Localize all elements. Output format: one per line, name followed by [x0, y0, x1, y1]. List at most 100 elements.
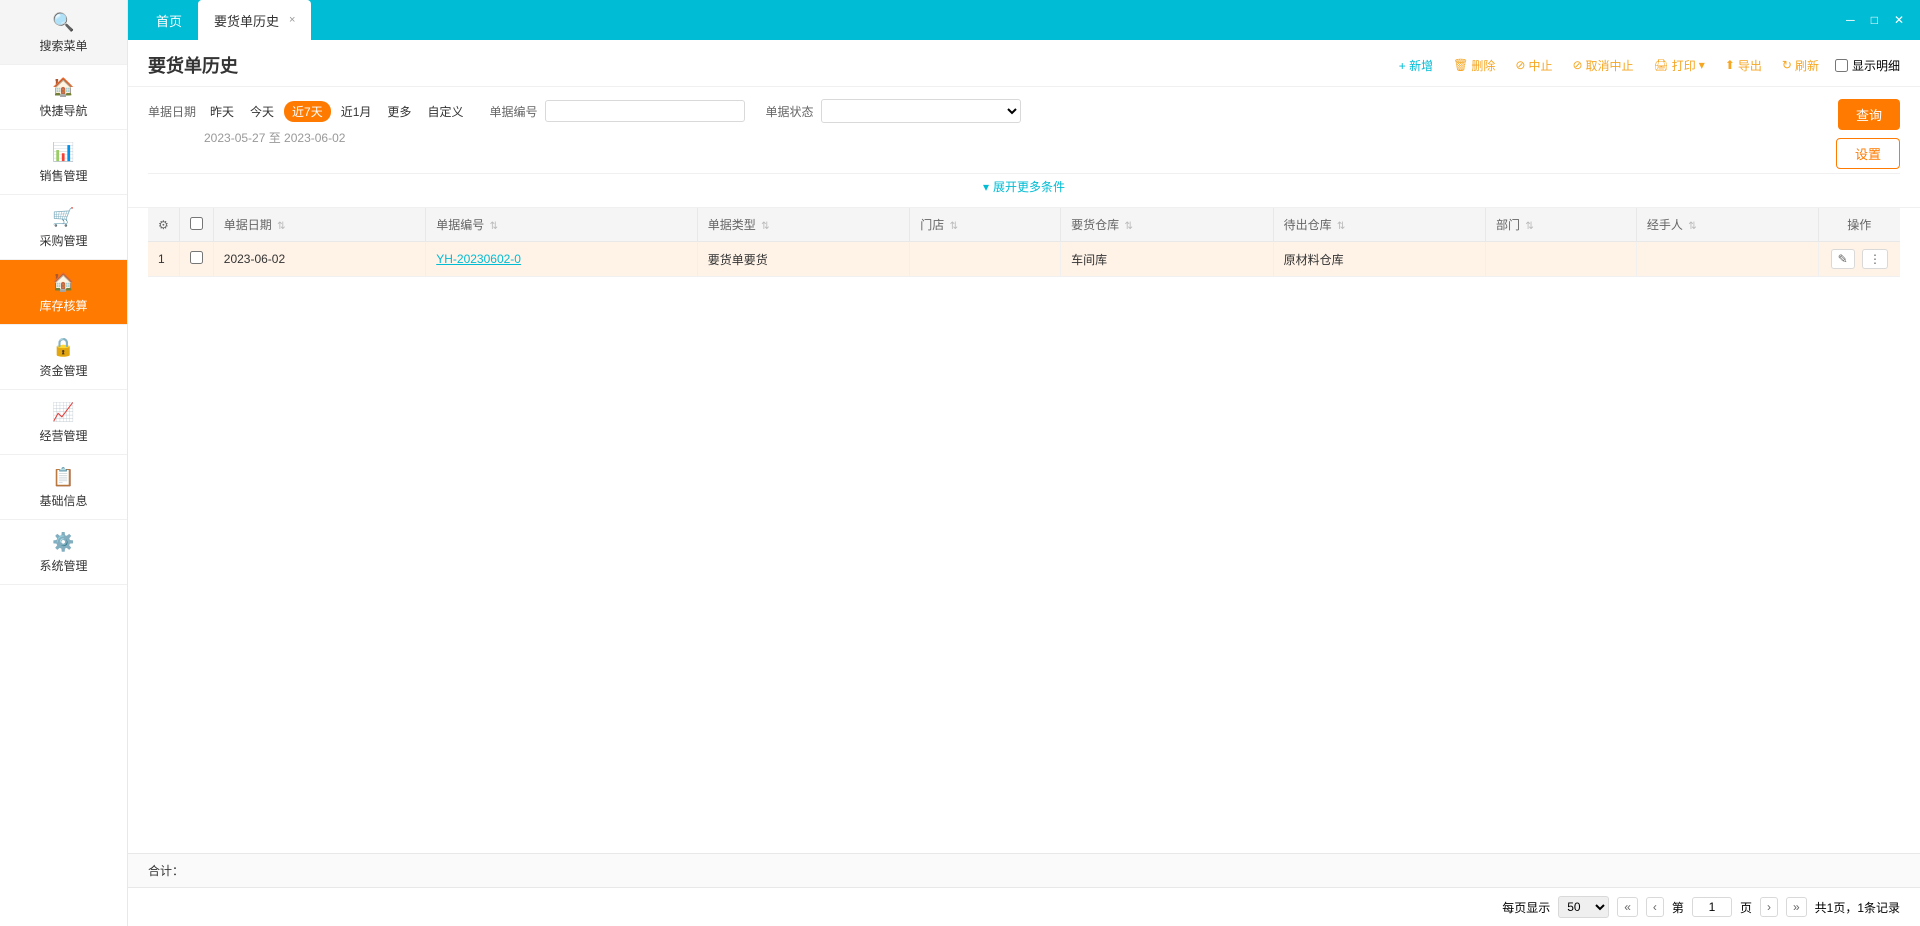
per-page-label: 每页显示	[1502, 899, 1550, 916]
show-detail-checkbox[interactable]: 显示明细	[1835, 57, 1900, 74]
sidebar-item-sales[interactable]: 📊 销售管理	[0, 130, 127, 195]
expand-icon: ▾	[983, 180, 989, 194]
stop-button[interactable]: ⊘ 中止	[1511, 55, 1556, 76]
main-content: 首页 要货单历史 × ─ □ ✕ 要货单历史 + 新增 🗑 删除 ⊘ 中	[128, 0, 1920, 926]
date-1month[interactable]: 近1月	[335, 101, 378, 122]
select-all-checkbox[interactable]	[190, 217, 203, 230]
delete-button[interactable]: 🗑 删除	[1449, 55, 1499, 76]
export-button[interactable]: ⬆ 导出	[1721, 55, 1766, 76]
sidebar-item-inventory[interactable]: 🏠 库存核算	[0, 260, 127, 325]
sort-icon-store: ⇅	[950, 221, 958, 232]
lock-icon: 🔒	[52, 337, 74, 358]
sidebar-item-label: 系统管理	[39, 557, 87, 574]
th-req-warehouse[interactable]: 要货仓库 ⇅	[1061, 208, 1273, 242]
sidebar-item-label: 快捷导航	[39, 102, 87, 119]
window-max-button[interactable]: □	[1867, 11, 1882, 29]
th-settings[interactable]: ⚙	[148, 208, 179, 242]
date-more[interactable]: 更多	[381, 101, 417, 122]
window-close-button[interactable]: ✕	[1890, 11, 1908, 29]
th-number[interactable]: 单据编号 ⇅	[426, 208, 698, 242]
td-req-warehouse: 车间库	[1061, 242, 1273, 277]
td-type: 要货单要货	[697, 242, 909, 277]
td-store	[910, 242, 1061, 277]
tab-close-icon[interactable]: ×	[289, 14, 295, 26]
sort-icon-date: ⇅	[277, 221, 285, 232]
filter-fields: 单据日期 昨天 今天 近7天 近1月 更多 自定义	[148, 99, 1816, 152]
filter-right-btns: 查询 设置	[1836, 99, 1900, 169]
stop-icon: ⊘	[1515, 58, 1525, 72]
setting-button[interactable]: 设置	[1836, 138, 1900, 169]
sidebar-item-basic[interactable]: 📋 基础信息	[0, 455, 127, 520]
date-7days[interactable]: 近7天	[284, 101, 331, 122]
sort-icon-handler: ⇅	[1688, 221, 1696, 232]
last-page-button[interactable]: »	[1786, 897, 1807, 917]
filter-main: 单据日期 昨天 今天 近7天 近1月 更多 自定义	[148, 99, 1900, 169]
td-handler	[1636, 242, 1818, 277]
next-page-button[interactable]: ›	[1760, 897, 1778, 917]
sort-icon-req: ⇅	[1124, 221, 1132, 232]
th-pending-warehouse[interactable]: 待出仓库 ⇅	[1273, 208, 1485, 242]
sidebar-item-operation[interactable]: 📈 经营管理	[0, 390, 127, 455]
sidebar: 🔍 搜索菜单 🏠 快捷导航 📊 销售管理 🛒 采购管理 🏠 库存核算 🔒 资金管…	[0, 0, 128, 926]
doc-number-input[interactable]	[545, 100, 745, 122]
total-info: 共1页，1条记录	[1815, 899, 1900, 916]
home-icon: 🏠	[52, 77, 74, 98]
delete-icon: 🗑	[1453, 58, 1468, 72]
tab-active[interactable]: 要货单历史 ×	[198, 0, 311, 40]
page-content: 要货单历史 + 新增 🗑 删除 ⊘ 中止 ⊘ 取消中止 🖨 打印	[128, 40, 1920, 926]
sidebar-item-purchase[interactable]: 🛒 采购管理	[0, 195, 127, 260]
expand-more-btn[interactable]: ▾ 展开更多条件	[148, 173, 1900, 199]
print-button[interactable]: 🖨 打印 ▾	[1650, 55, 1709, 76]
page-label: 第	[1672, 899, 1684, 916]
date-yesterday[interactable]: 昨天	[204, 101, 240, 122]
gear-icon: ⚙️	[52, 532, 74, 553]
refresh-button[interactable]: ↻ 刷新	[1778, 55, 1823, 76]
row-checkbox[interactable]	[190, 251, 203, 264]
table-header-row: ⚙ 单据日期 ⇅ 单据编号 ⇅ 单据类型 ⇅ 门店 ⇅ 要货仓库 ⇅ 待出仓库 …	[148, 208, 1900, 242]
cancel-icon: ⊘	[1572, 58, 1582, 72]
sidebar-item-search[interactable]: 🔍 搜索菜单	[0, 0, 127, 65]
status-select[interactable]	[821, 99, 1021, 123]
td-index: 1	[148, 242, 179, 277]
cancel-stop-button[interactable]: ⊘ 取消中止	[1568, 55, 1637, 76]
table-row: 1 2023-06-02 YH-20230602-0 要货单要货 车间库 原材料…	[148, 242, 1900, 277]
th-date[interactable]: 单据日期 ⇅	[213, 208, 425, 242]
th-operation: 操作	[1818, 208, 1900, 242]
prev-page-button[interactable]: ‹	[1646, 897, 1664, 917]
date-custom[interactable]: 自定义	[421, 101, 469, 122]
window-min-button[interactable]: ─	[1842, 11, 1859, 29]
first-page-button[interactable]: «	[1617, 897, 1638, 917]
sidebar-item-system[interactable]: ⚙️ 系统管理	[0, 520, 127, 585]
page-header: 要货单历史 + 新增 🗑 删除 ⊘ 中止 ⊘ 取消中止 🖨 打印	[128, 40, 1920, 87]
td-number: YH-20230602-0	[426, 242, 698, 277]
row-more-button[interactable]: ⋮	[1862, 249, 1888, 269]
sort-icon-pending: ⇅	[1337, 221, 1345, 232]
show-detail-input[interactable]	[1835, 59, 1848, 72]
sidebar-item-finance[interactable]: 🔒 资金管理	[0, 325, 127, 390]
page-input[interactable]	[1692, 897, 1732, 917]
date-filter-group: 单据日期 昨天 今天 近7天 近1月 更多 自定义	[148, 101, 469, 122]
date-quick-btns: 昨天 今天 近7天 近1月 更多 自定义	[204, 101, 469, 122]
sidebar-item-label: 经营管理	[39, 427, 87, 444]
new-button[interactable]: + 新增	[1395, 55, 1437, 76]
th-store[interactable]: 门店 ⇅	[910, 208, 1061, 242]
td-date: 2023-06-02	[213, 242, 425, 277]
row-edit-button[interactable]: ✎	[1831, 249, 1855, 269]
sidebar-item-label: 销售管理	[39, 167, 87, 184]
sidebar-item-shortcut[interactable]: 🏠 快捷导航	[0, 65, 127, 130]
th-handler[interactable]: 经手人 ⇅	[1636, 208, 1818, 242]
th-dept[interactable]: 部门 ⇅	[1486, 208, 1637, 242]
doc-number-link[interactable]: YH-20230602-0	[436, 252, 521, 266]
query-button[interactable]: 查询	[1838, 99, 1900, 130]
td-pending-warehouse: 原材料仓库	[1273, 242, 1485, 277]
status-label: 单据状态	[765, 103, 813, 120]
tab-home[interactable]: 首页	[140, 0, 198, 40]
topbar-window-controls: ─ □ ✕	[1842, 11, 1908, 29]
page-size-select[interactable]: 50 100	[1558, 896, 1609, 918]
th-type[interactable]: 单据类型 ⇅	[697, 208, 909, 242]
filter-row-date-range: 2023-05-27 至 2023-06-02	[148, 129, 1816, 146]
pagination: 每页显示 50 100 « ‹ 第 页 › » 共1页，1条记录	[128, 887, 1920, 926]
date-today[interactable]: 今天	[244, 101, 280, 122]
cart-icon: 🛒	[52, 207, 74, 228]
doc-number-filter-group: 单据编号	[489, 100, 745, 122]
